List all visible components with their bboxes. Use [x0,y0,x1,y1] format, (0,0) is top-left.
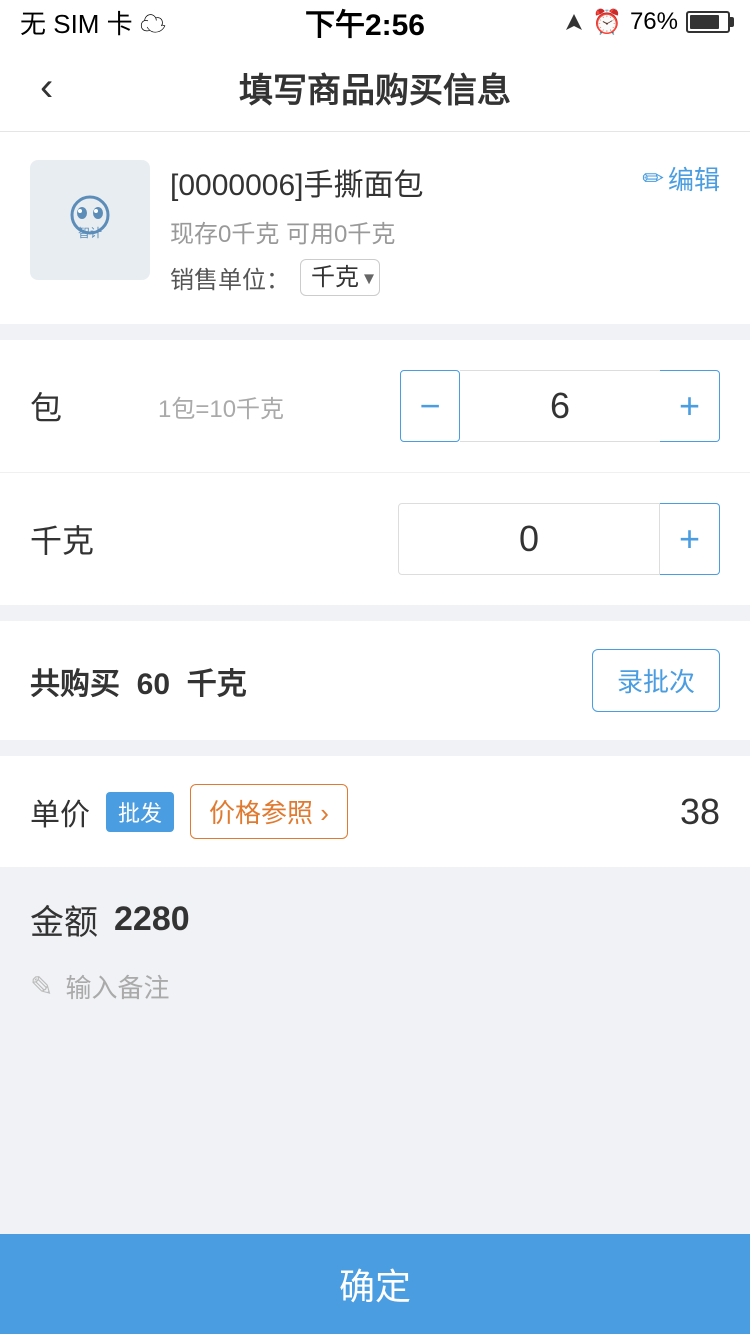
qty-input-1[interactable] [460,370,660,442]
price-tag: 批发 [106,792,174,832]
qty-minus-1[interactable]: − [400,370,460,442]
status-time: 下午2:56 [305,0,425,44]
amount-value: 2280 [114,900,190,939]
battery-percent: 76% [630,8,678,36]
price-label: 单价 [30,790,90,834]
status-right: ⏰ 76% [564,8,730,37]
confirm-button[interactable]: 确定 [0,1234,750,1334]
product-name: [0000006]手撕面包 [170,160,423,204]
nav-bar: ‹ 填写商品购买信息 [0,44,750,132]
location-icon [564,12,584,32]
product-info: [0000006]手撕面包 ✏ 编辑 现存0千克 可用0千克 销售单位： 千克 … [170,160,720,296]
svg-text:智计: 智计 [78,225,102,240]
product-logo-icon: 智计 [55,195,125,245]
amount-label: 金额 [30,895,98,944]
batch-button[interactable]: 录批次 [592,649,720,712]
edit-note-icon: ✎ [30,970,53,1003]
total-value: 60 [137,668,170,701]
page-title: 填写商品购买信息 [239,63,511,112]
quantity-row-1: 包 1包=10千克 − + [0,340,750,473]
back-button[interactable]: ‹ [30,55,63,120]
price-section: 单价 批发 价格参照 › 38 [0,756,750,867]
amount-section: 金额 2280 ✎ 输入备注 [0,867,750,1005]
note-placeholder[interactable]: 输入备注 [65,968,169,1005]
note-row[interactable]: ✎ 输入备注 [30,968,720,1005]
status-left: 无 SIM 卡 ☁ [20,4,166,41]
product-unit-row: 销售单位： 千克 包 [170,259,720,296]
main-content: 智计 [0000006]手撕面包 ✏ 编辑 现存0千克 可用0千克 销售单位： … [0,132,750,1334]
qty-plus-2[interactable]: + [660,503,720,575]
qty-plus-1[interactable]: + [660,370,720,442]
qty-hint-1: 1包=10千克 [158,389,400,424]
price-value: 38 [680,791,720,833]
unit-label: 销售单位： [170,260,290,295]
price-row: 单价 批发 价格参照 › 38 [30,784,720,839]
total-text: 共购买 60 千克 [30,659,247,703]
quantity-row-2: 千克 + [0,473,750,605]
unit-select[interactable]: 千克 包 [300,259,380,296]
qty-controls-2: + [398,503,720,575]
amount-row: 金额 2280 [30,895,720,944]
qty-label-2: 千克 [30,516,150,562]
status-bar: 无 SIM 卡 ☁ 下午2:56 ⏰ 76% [0,0,750,44]
unit-select-wrapper[interactable]: 千克 包 [300,259,380,296]
price-ref-button[interactable]: 价格参照 › [190,784,348,839]
product-image: 智计 [30,160,150,280]
alarm-icon: ⏰ [592,8,622,37]
qty-input-2[interactable] [398,503,660,575]
total-section: 共购买 60 千克 录批次 [0,621,750,740]
quantity-section: 包 1包=10千克 − + 千克 + [0,340,750,605]
qty-controls-1: − + [400,370,720,442]
battery-icon [686,11,730,33]
sim-status: 无 SIM 卡 ☁ [20,4,166,41]
product-stock: 现存0千克 可用0千克 [170,214,720,249]
edit-button[interactable]: ✏ 编辑 [642,160,720,197]
qty-label-1: 包 [30,383,150,429]
product-card: 智计 [0000006]手撕面包 ✏ 编辑 现存0千克 可用0千克 销售单位： … [0,132,750,324]
